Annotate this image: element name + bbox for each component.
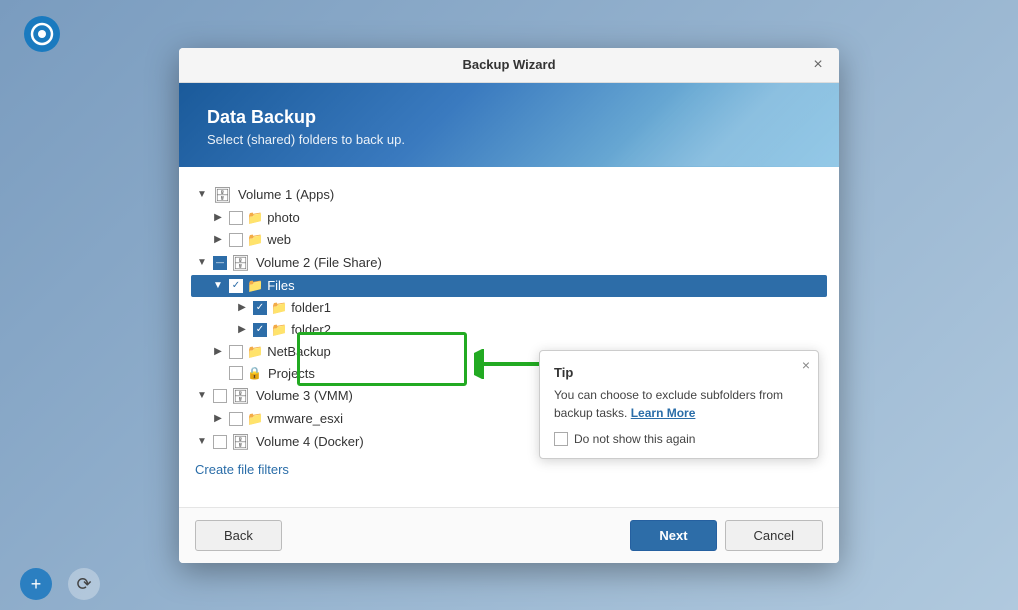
expand-vol2[interactable]: ▼ (195, 256, 209, 270)
folder-icon-web: 📁 (247, 232, 263, 248)
files-label: Files (267, 278, 294, 293)
tree-item-photo[interactable]: ▶ 📁 photo (191, 207, 827, 229)
tip-do-not-show-label: Do not show this again (574, 432, 695, 446)
volume-icon-vol2: 🗄 (231, 254, 250, 272)
checkbox-vol2[interactable] (213, 256, 227, 270)
back-button[interactable]: Back (195, 520, 282, 551)
checkbox-vmware[interactable] (229, 412, 243, 426)
vmware-label: vmware_esxi (267, 411, 343, 426)
volume-icon-vol4: 🗄 (231, 433, 250, 451)
expand-folder1[interactable]: ▶ (235, 301, 249, 315)
expand-photo[interactable]: ▶ (211, 211, 225, 225)
checkbox-netbackup[interactable] (229, 345, 243, 359)
tip-popup: × Tip You can choose to exclude subfolde… (539, 350, 819, 459)
vol3-label: Volume 3 (VMM) (256, 388, 353, 403)
projects-label: Projects (268, 366, 315, 381)
checkbox-web[interactable] (229, 233, 243, 247)
tree-item-folder2[interactable]: ▶ 📁 folder2 (191, 319, 827, 341)
modal-title-label: Backup Wizard (209, 57, 809, 72)
tip-learn-more-link[interactable]: Learn More (631, 406, 696, 420)
checkbox-folder1[interactable] (253, 301, 267, 315)
folder2-label: folder2 (291, 322, 331, 337)
lock-icon: 🔒 (247, 366, 262, 380)
expand-vol1[interactable]: ▼ (195, 188, 209, 202)
photo-label: photo (267, 210, 300, 225)
volume-icon-vol3: 🗄 (231, 387, 250, 405)
tree-item-files[interactable]: ▼ 📁 Files (191, 275, 827, 297)
modal-close-button[interactable]: × (809, 56, 827, 74)
tree-item-vol1[interactable]: ▼ 🗄 Volume 1 (Apps) (191, 183, 827, 207)
tree-item-vol2[interactable]: ▼ 🗄 Volume 2 (File Share) (191, 251, 827, 275)
modal-footer: Back Next Cancel (179, 507, 839, 563)
app-logo (24, 16, 60, 52)
expand-folder2[interactable]: ▶ (235, 323, 249, 337)
folder1-label: folder1 (291, 300, 331, 315)
checkbox-vol3[interactable] (213, 389, 227, 403)
folder-icon-folder2: 📁 (271, 322, 287, 338)
history-button[interactable]: ⟳ (68, 568, 100, 600)
checkbox-vol4[interactable] (213, 435, 227, 449)
folder-icon-vmware: 📁 (247, 411, 263, 427)
checkbox-projects[interactable] (229, 366, 243, 380)
tree-item-folder1[interactable]: ▶ 📁 folder1 (191, 297, 827, 319)
expand-vmware[interactable]: ▶ (211, 412, 225, 426)
modal-header: Data Backup Select (shared) folders to b… (179, 83, 839, 167)
modal-titlebar: Backup Wizard × (179, 48, 839, 83)
expand-netbackup[interactable]: ▶ (211, 345, 225, 359)
modal-content: ▼ 🗄 Volume 1 (Apps) ▶ 📁 photo ▶ 📁 web (179, 167, 839, 507)
folder-icon-folder1: 📁 (271, 300, 287, 316)
expand-files[interactable]: ▼ (211, 279, 225, 293)
vol1-label: Volume 1 (Apps) (238, 187, 334, 202)
add-button[interactable]: + (20, 568, 52, 600)
taskbar: + ⟳ (20, 568, 100, 600)
checkbox-photo[interactable] (229, 211, 243, 225)
netbackup-label: NetBackup (267, 344, 331, 359)
tip-do-not-show-checkbox[interactable] (554, 432, 568, 446)
expand-web[interactable]: ▶ (211, 233, 225, 247)
vol2-label: Volume 2 (File Share) (256, 255, 382, 270)
tip-text: You can choose to exclude subfolders fro… (554, 386, 804, 422)
next-button[interactable]: Next (630, 520, 716, 551)
folder-icon-files: 📁 (247, 278, 263, 294)
desktop: + ⟳ Backup Wizard × Data Backup Select (… (0, 0, 1018, 610)
volume-icon: 🗄 (213, 186, 232, 204)
expand-vol4[interactable]: ▼ (195, 435, 209, 449)
backup-wizard-modal: Backup Wizard × Data Backup Select (shar… (179, 48, 839, 563)
tip-title: Tip (554, 365, 804, 380)
checkbox-folder2[interactable] (253, 323, 267, 337)
header-subtitle: Select (shared) folders to back up. (207, 132, 811, 147)
vol4-label: Volume 4 (Docker) (256, 434, 364, 449)
header-title: Data Backup (207, 107, 811, 128)
folder-icon-photo: 📁 (247, 210, 263, 226)
folder-icon-netbackup: 📁 (247, 344, 263, 360)
expand-vol3[interactable]: ▼ (195, 389, 209, 403)
tip-checkbox-row: Do not show this again (554, 432, 804, 446)
web-label: web (267, 232, 291, 247)
tree-item-web[interactable]: ▶ 📁 web (191, 229, 827, 251)
checkbox-files[interactable] (229, 279, 243, 293)
cancel-button[interactable]: Cancel (725, 520, 823, 551)
tip-close-button[interactable]: × (802, 357, 810, 373)
